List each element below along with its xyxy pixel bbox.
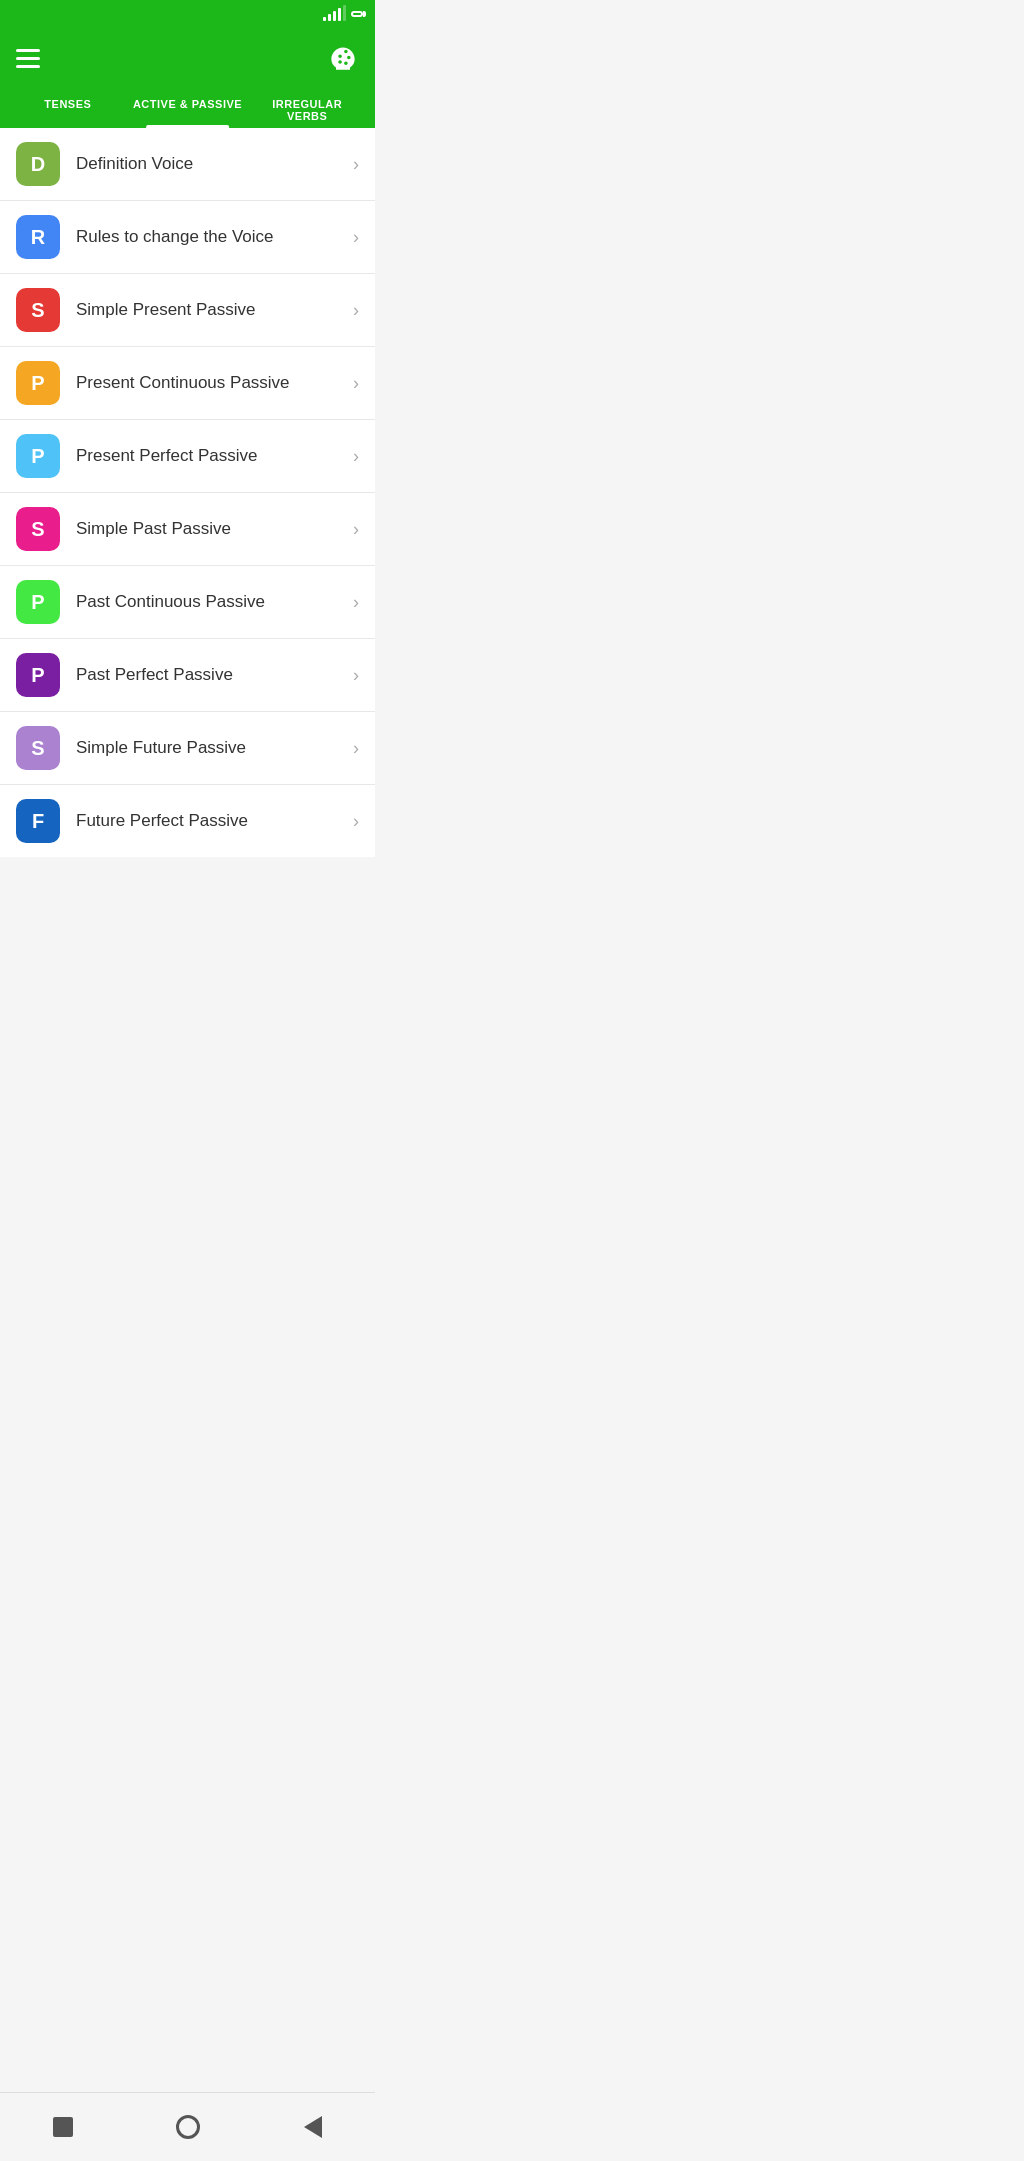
status-icons: [323, 7, 363, 21]
list-item-past-perfect-passive[interactable]: P Past Perfect Passive ›: [0, 639, 375, 712]
tabs-bar: TENSES ACTIVE & PASSIVE IRREGULAR VERBS: [0, 88, 375, 128]
label-past-perfect-passive: Past Perfect Passive: [76, 665, 345, 685]
label-simple-present-passive: Simple Present Passive: [76, 300, 345, 320]
list-item-present-continuous-passive[interactable]: P Present Continuous Passive ›: [0, 347, 375, 420]
label-past-continuous-passive: Past Continuous Passive: [76, 592, 345, 612]
label-present-continuous-passive: Present Continuous Passive: [76, 373, 345, 393]
hamburger-menu-button[interactable]: [16, 49, 40, 68]
battery-indicator: [351, 11, 363, 17]
list-item-simple-past-passive[interactable]: S Simple Past Passive ›: [0, 493, 375, 566]
label-simple-future-passive: Simple Future Passive: [76, 738, 345, 758]
chevron-present-continuous-passive: ›: [353, 373, 359, 394]
badge-simple-present-passive: S: [16, 288, 60, 332]
badge-simple-future-passive: S: [16, 726, 60, 770]
list-item-simple-future-passive[interactable]: S Simple Future Passive ›: [0, 712, 375, 785]
list-item-simple-present-passive[interactable]: S Simple Present Passive ›: [0, 274, 375, 347]
badge-simple-past-passive: S: [16, 507, 60, 551]
chevron-future-perfect-passive: ›: [353, 811, 359, 832]
tab-irregular-verbs[interactable]: IRREGULAR VERBS: [247, 88, 367, 128]
chevron-past-perfect-passive: ›: [353, 665, 359, 686]
tab-active-passive[interactable]: ACTIVE & PASSIVE: [128, 88, 248, 128]
signal-icon: [323, 7, 346, 21]
content-list: D Definition Voice › R Rules to change the V…: [0, 128, 375, 857]
chevron-present-perfect-passive: ›: [353, 446, 359, 467]
list-item-definition-voice[interactable]: D Definition Voice ›: [0, 128, 375, 201]
label-future-perfect-passive: Future Perfect Passive: [76, 811, 345, 831]
status-bar: [0, 0, 375, 28]
list-item-rules-voice[interactable]: R Rules to change the Voice ›: [0, 201, 375, 274]
label-present-perfect-passive: Present Perfect Passive: [76, 446, 345, 466]
label-definition-voice: Definition Voice: [76, 154, 345, 174]
chevron-simple-present-passive: ›: [353, 300, 359, 321]
label-rules-voice: Rules to change the Voice: [76, 227, 345, 247]
list-item-future-perfect-passive[interactable]: F Future Perfect Passive ›: [0, 785, 375, 857]
header: [0, 28, 375, 88]
chevron-simple-future-passive: ›: [353, 738, 359, 759]
list-item-present-perfect-passive[interactable]: P Present Perfect Passive ›: [0, 420, 375, 493]
badge-present-continuous-passive: P: [16, 361, 60, 405]
palette-button[interactable]: [327, 42, 359, 74]
badge-present-perfect-passive: P: [16, 434, 60, 478]
list-item-past-continuous-passive[interactable]: P Past Continuous Passive ›: [0, 566, 375, 639]
chevron-past-continuous-passive: ›: [353, 592, 359, 613]
badge-rules-voice: R: [16, 215, 60, 259]
badge-definition-voice: D: [16, 142, 60, 186]
tab-tenses[interactable]: TENSES: [8, 88, 128, 128]
chevron-rules-voice: ›: [353, 227, 359, 248]
badge-future-perfect-passive: F: [16, 799, 60, 843]
label-simple-past-passive: Simple Past Passive: [76, 519, 345, 539]
chevron-simple-past-passive: ›: [353, 519, 359, 540]
chevron-definition-voice: ›: [353, 154, 359, 175]
badge-past-perfect-passive: P: [16, 653, 60, 697]
badge-past-continuous-passive: P: [16, 580, 60, 624]
